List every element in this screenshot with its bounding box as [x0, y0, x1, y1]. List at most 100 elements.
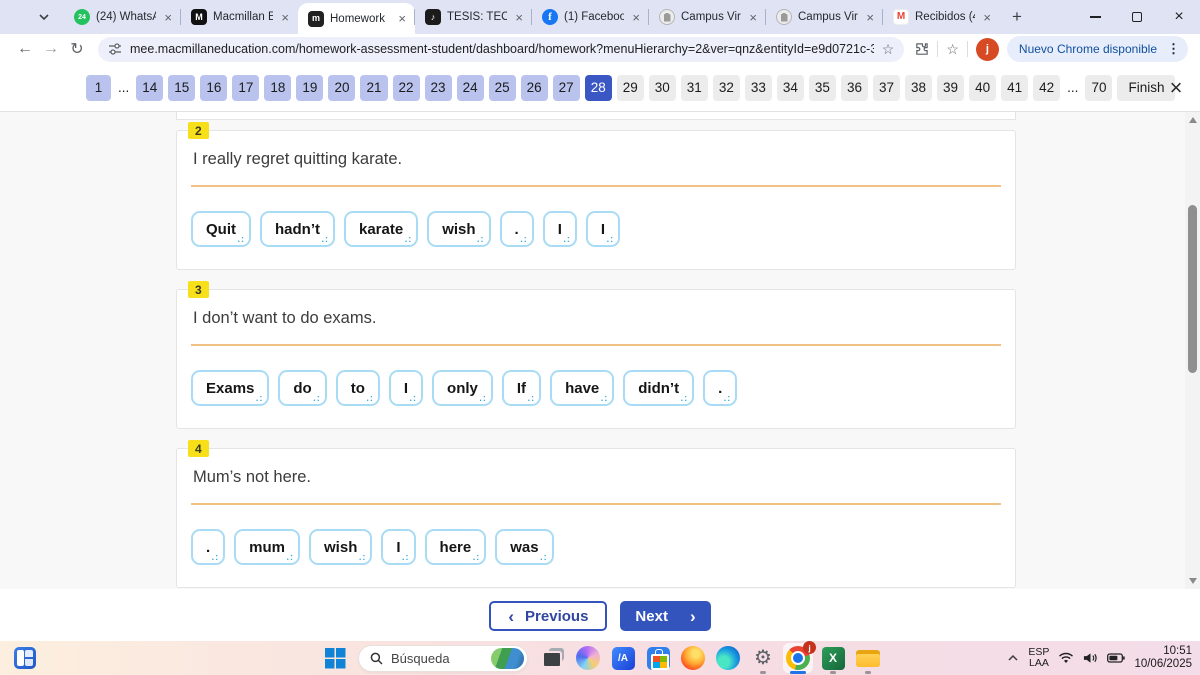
word-tile[interactable]: Exams.: — [191, 370, 270, 406]
forward-button[interactable]: → — [38, 36, 64, 62]
word-tile[interactable]: here.: — [424, 529, 487, 565]
browser-tab-6[interactable]: Campus Virtual × — [765, 3, 883, 31]
tab-close-icon[interactable]: × — [864, 11, 876, 24]
tab-close-icon[interactable]: × — [630, 11, 642, 24]
taskbar-search[interactable]: Búsqueda — [358, 644, 528, 672]
page-button-70[interactable]: 70 — [1085, 74, 1113, 101]
word-tile[interactable]: didn’t.: — [623, 370, 695, 406]
word-tile[interactable]: hadn’t.: — [260, 211, 335, 247]
page-button-24[interactable]: 24 — [456, 74, 484, 101]
profile-avatar[interactable]: j — [975, 37, 999, 61]
word-tile[interactable]: to.: — [335, 370, 380, 406]
language-indicator[interactable]: ESP LAA — [1028, 647, 1049, 669]
word-tile[interactable]: have.: — [550, 370, 615, 406]
clock[interactable]: 10:51 10/06/2025 — [1134, 645, 1192, 672]
chrome-update-button[interactable]: Nuevo Chrome disponible ⋮ — [1006, 36, 1188, 62]
page-button-30[interactable]: 30 — [648, 74, 676, 101]
taskbar-excel[interactable] — [818, 643, 848, 673]
bookmark-extension-icon[interactable]: ☆ — [946, 41, 959, 58]
word-tile[interactable]: wish.: — [309, 529, 373, 565]
word-tile[interactable]: I.: — [388, 370, 424, 406]
page-button-15[interactable]: 15 — [168, 74, 196, 101]
browser-tab-7[interactable]: M Recibidos (4.097 × — [882, 3, 1000, 31]
address-bar[interactable]: mee.macmillaneducation.com/homework-asse… — [98, 36, 905, 62]
page-button-22[interactable]: 22 — [392, 74, 420, 101]
tab-close-icon[interactable]: × — [279, 11, 291, 24]
taskbar-start[interactable] — [322, 643, 348, 673]
page-button-38[interactable]: 38 — [905, 74, 933, 101]
tab-close-icon[interactable]: × — [396, 12, 408, 25]
next-button[interactable]: Next › — [620, 601, 711, 631]
page-button-28[interactable]: 28 — [584, 74, 612, 101]
taskbar-task-view[interactable] — [538, 643, 568, 673]
page-button-17[interactable]: 17 — [232, 74, 260, 101]
page-button-36[interactable]: 36 — [840, 74, 868, 101]
page-button-32[interactable]: 32 — [712, 74, 740, 101]
page-button-27[interactable]: 27 — [552, 74, 580, 101]
page-button-37[interactable]: 37 — [872, 74, 901, 101]
page-button-20[interactable]: 20 — [328, 74, 356, 101]
close-window-button[interactable]: × — [1158, 0, 1200, 34]
scroll-up-icon[interactable] — [1188, 117, 1197, 123]
previous-button[interactable]: ‹ Previous — [489, 601, 608, 631]
extensions-icon[interactable] — [914, 42, 929, 57]
close-homework-button[interactable]: × — [1164, 75, 1188, 100]
page-button-41[interactable]: 41 — [1001, 74, 1029, 101]
word-tile[interactable]: wish.: — [427, 211, 491, 247]
taskbar-edge[interactable] — [713, 643, 743, 673]
taskbar-firefox[interactable] — [678, 643, 708, 673]
battery-icon[interactable] — [1107, 653, 1126, 663]
taskbar-explorer[interactable] — [853, 643, 883, 673]
page-button-26[interactable]: 26 — [520, 74, 548, 101]
browser-tab-3[interactable]: ♪ TESIS: TEORIA Y × — [414, 3, 532, 31]
reload-button[interactable]: ↻ — [64, 36, 90, 62]
word-tile[interactable]: ..: — [703, 370, 738, 406]
word-tile[interactable]: only.: — [432, 370, 493, 406]
volume-icon[interactable] — [1083, 652, 1098, 664]
word-tile[interactable]: mum.: — [234, 529, 301, 565]
taskbar-chrome[interactable]: j — [783, 641, 816, 673]
url-text[interactable]: mee.macmillaneducation.com/homework-asse… — [130, 42, 874, 56]
word-tile[interactable]: ..: — [191, 529, 226, 565]
restore-button[interactable] — [1116, 0, 1158, 34]
browser-tab-1[interactable]: M Macmillan Educa × — [180, 3, 298, 31]
word-tile[interactable]: If.: — [501, 370, 542, 406]
word-tile[interactable]: karate.: — [344, 211, 419, 247]
page-button-1[interactable]: 1 — [86, 74, 111, 101]
scroll-down-icon[interactable] — [1188, 578, 1197, 584]
word-tile[interactable]: I.: — [542, 211, 577, 247]
menu-kebab-icon[interactable]: ⋮ — [1165, 41, 1182, 57]
tray-chevron-up-icon[interactable] — [1007, 654, 1019, 662]
word-tile[interactable]: I.: — [381, 529, 416, 565]
page-button-23[interactable]: 23 — [424, 74, 452, 101]
page-button-18[interactable]: 18 — [264, 74, 292, 101]
tab-close-icon[interactable]: × — [981, 11, 993, 24]
back-button[interactable]: ← — [12, 36, 38, 62]
page-button-39[interactable]: 39 — [937, 74, 965, 101]
page-button-33[interactable]: 33 — [744, 74, 772, 101]
wifi-icon[interactable] — [1058, 652, 1074, 664]
taskbar-store[interactable] — [643, 643, 673, 673]
word-tile[interactable]: do.: — [278, 370, 327, 406]
browser-tab-2[interactable]: m Homework × — [298, 3, 415, 34]
page-button-42[interactable]: 42 — [1033, 74, 1061, 101]
tab-close-icon[interactable]: × — [747, 11, 759, 24]
page-button-29[interactable]: 29 — [616, 74, 644, 101]
browser-tab-0[interactable]: 24 (24) WhatsApp B × — [64, 3, 181, 31]
bookmark-star-icon[interactable]: ☆ — [882, 41, 895, 58]
new-tab-button[interactable]: + — [1004, 4, 1030, 30]
browser-tab-4[interactable]: f (1) Facebook × — [531, 3, 649, 31]
tab-close-icon[interactable]: × — [162, 11, 174, 24]
word-tile[interactable]: was.: — [495, 529, 554, 565]
page-button-35[interactable]: 35 — [808, 74, 836, 101]
scrollbar[interactable] — [1185, 112, 1200, 589]
search-daily-image[interactable] — [491, 647, 524, 669]
taskbar-widgets[interactable] — [14, 647, 36, 669]
page-button-21[interactable]: 21 — [360, 74, 388, 101]
page-button-25[interactable]: 25 — [488, 74, 516, 101]
taskbar-app-a[interactable] — [608, 643, 638, 673]
minimize-button[interactable] — [1074, 0, 1116, 34]
page-button-19[interactable]: 19 — [296, 74, 324, 101]
page-button-16[interactable]: 16 — [200, 74, 228, 101]
page-button-31[interactable]: 31 — [680, 74, 708, 101]
